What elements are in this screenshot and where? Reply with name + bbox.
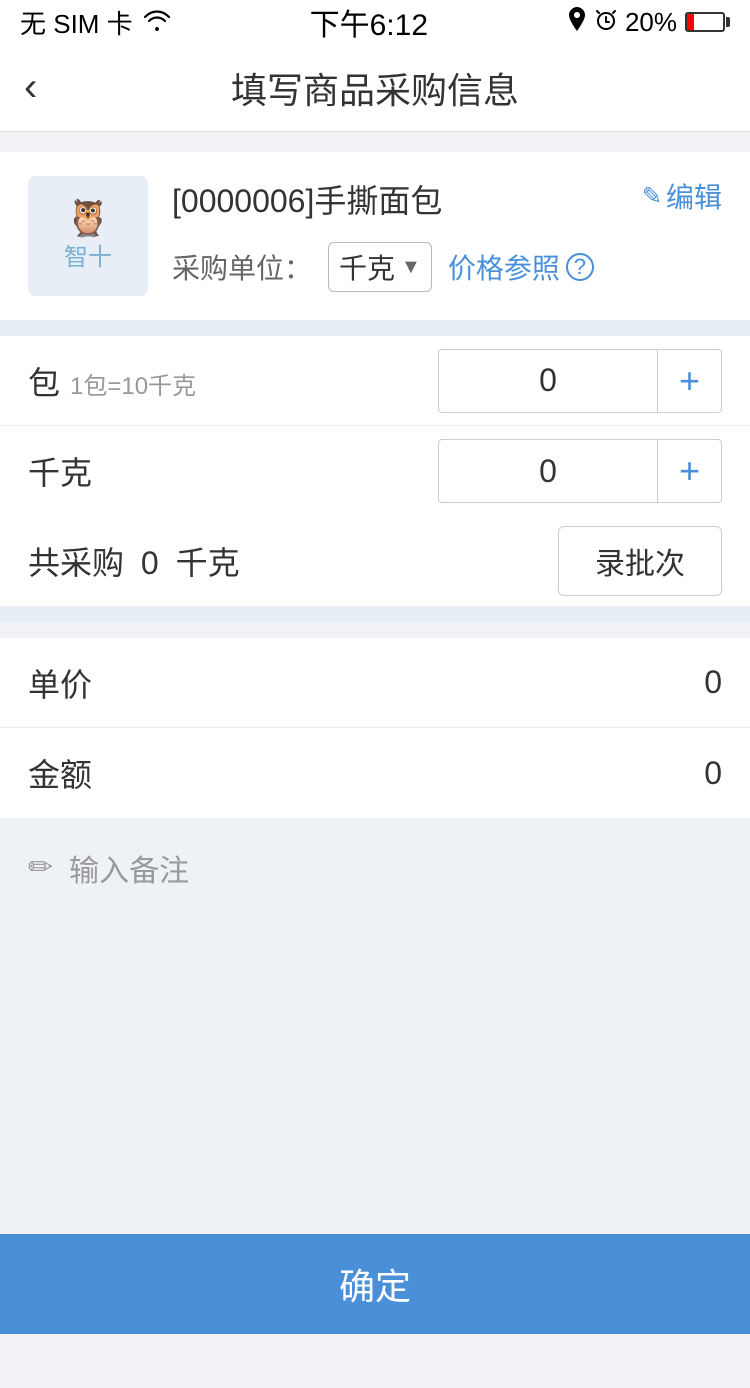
unit-value: 千克	[339, 247, 395, 287]
info-icon: ?	[566, 253, 594, 281]
page-title: 填写商品采购信息	[231, 62, 519, 114]
product-logo-icon: 🦉	[64, 200, 112, 236]
unit-label: 采购单位：	[172, 247, 312, 287]
price-ref-button[interactable]: 价格参照 ?	[448, 247, 594, 287]
summary-value: 0	[141, 545, 159, 581]
kg-input-row: 千克 +	[0, 426, 750, 516]
unit-price-label: 单价	[28, 660, 92, 706]
edit-icon: ✎	[642, 182, 662, 211]
amount-label: 金额	[28, 750, 92, 796]
separator-1	[0, 320, 750, 336]
kg-quantity-input[interactable]	[438, 439, 658, 503]
product-name: [0000006]手撕面包	[172, 176, 722, 222]
product-image: 🦉 智十	[28, 176, 148, 296]
summary-unit: 千克	[176, 545, 240, 581]
confirm-button[interactable]: 确定	[0, 1234, 750, 1334]
bag-sublabel: 1包=10千克	[70, 366, 196, 401]
bag-input-row: 包 1包=10千克 +	[0, 336, 750, 426]
unit-price-value: 0	[704, 664, 722, 701]
notes-placeholder: 输入备注	[69, 846, 189, 890]
status-left: 无 SIM 卡	[20, 4, 171, 41]
battery-icon	[685, 12, 730, 32]
kg-plus-button[interactable]: +	[658, 439, 722, 503]
product-card: 🦉 智十 [0000006]手撕面包 采购单位： 千克 ▼ 价格参照 ? ✎ 编…	[0, 152, 750, 320]
summary-text: 共采购 0 千克	[28, 538, 240, 584]
unit-select[interactable]: 千克 ▼	[328, 242, 432, 292]
carrier-label: 无 SIM 卡	[20, 4, 133, 41]
separator-2	[0, 606, 750, 622]
nav-bar: ‹ 填写商品采购信息	[0, 44, 750, 132]
amount-row: 金额 0	[0, 728, 750, 818]
kg-label: 千克	[28, 448, 92, 494]
bag-label: 包	[28, 358, 60, 404]
bag-plus-button[interactable]: +	[658, 349, 722, 413]
status-bar: 无 SIM 卡 下午6:12	[0, 0, 750, 44]
input-section: 包 1包=10千克 + 千克 +	[0, 336, 750, 516]
status-time: 下午6:12	[310, 0, 428, 44]
edit-button[interactable]: ✎ 编辑	[642, 176, 722, 216]
location-icon	[567, 7, 587, 38]
product-info: [0000006]手撕面包 采购单位： 千克 ▼ 价格参照 ?	[172, 176, 722, 292]
edit-label: 编辑	[666, 176, 722, 216]
status-right: 20%	[567, 7, 730, 38]
summary-prefix: 共采购	[28, 545, 124, 581]
price-info-section: 单价 0 金额 0	[0, 638, 750, 818]
product-logo-text: 智十	[64, 244, 112, 271]
record-batch-button[interactable]: 录批次	[558, 526, 722, 596]
unit-price-row: 单价 0	[0, 638, 750, 728]
bag-quantity-input[interactable]	[438, 349, 658, 413]
wifi-icon	[143, 7, 171, 38]
alarm-icon	[595, 7, 617, 38]
battery-percent: 20%	[625, 7, 677, 38]
price-ref-label: 价格参照	[448, 247, 560, 287]
notes-section[interactable]: ✏ 输入备注	[0, 818, 750, 938]
summary-row: 共采购 0 千克 录批次	[0, 516, 750, 606]
notes-icon: ✏	[28, 850, 53, 885]
amount-value: 0	[704, 755, 722, 792]
dropdown-arrow-icon: ▼	[401, 256, 421, 279]
back-button[interactable]: ‹	[24, 65, 37, 110]
